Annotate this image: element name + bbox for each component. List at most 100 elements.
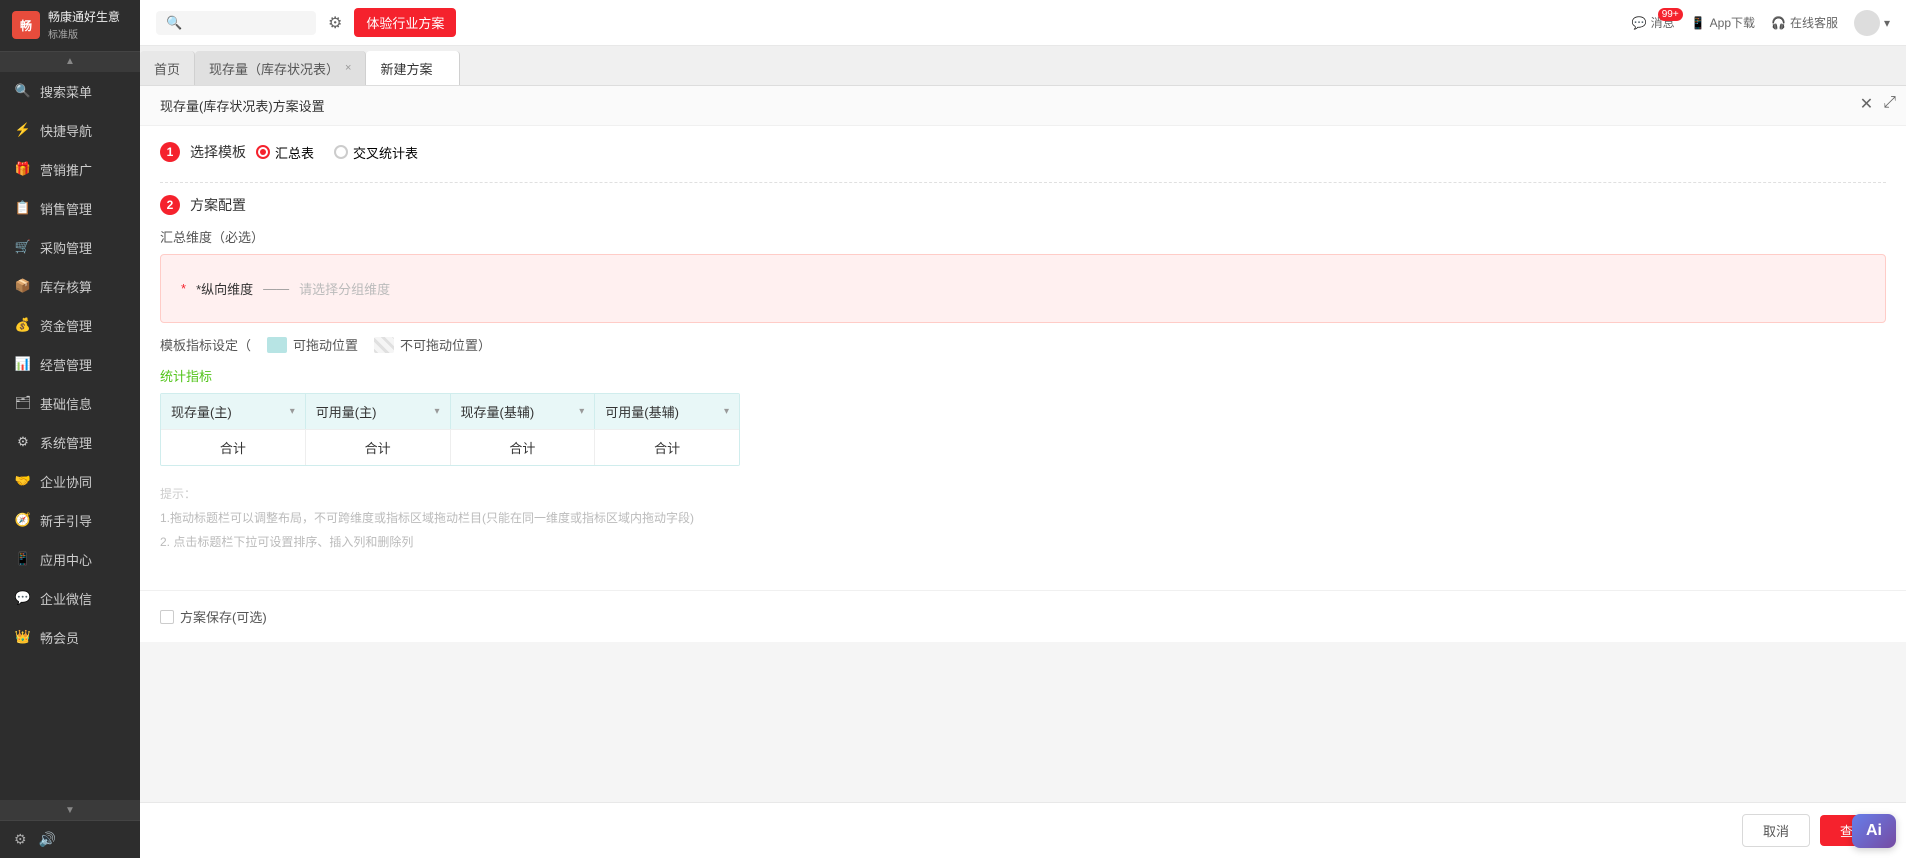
tips-section: 提示： 1.拖动标题栏可以调整布局，不可跨维度或指标区域拖动栏目(只能在同一维度…: [160, 482, 1886, 554]
sidebar-item-wechat[interactable]: 💬企业微信: [0, 579, 140, 618]
tab-new-scheme[interactable]: 新建方案 ×: [366, 51, 459, 85]
content: 现存量(库存状况表)方案设置 1 选择模板 汇总表: [140, 86, 1906, 642]
cancel-button[interactable]: 取消: [1742, 814, 1810, 847]
stats-col-1[interactable]: 可用量(主) ▾: [306, 394, 451, 429]
inventory-label: 库存核算: [40, 277, 92, 296]
stats-col-0[interactable]: 现存量(主) ▾: [161, 394, 306, 429]
stats-table: 现存量(主)▾可用量(主)▾现存量(基辅)▾可用量(基辅)▾ 合计合计合计合计: [160, 393, 740, 466]
tab-new-close[interactable]: ×: [438, 62, 444, 74]
sidebar-item-guide[interactable]: 🧭新手引导: [0, 501, 140, 540]
step2-badge: 2: [160, 195, 180, 215]
radio-summary-label: 汇总表: [275, 143, 314, 162]
stats-label: 统计指标: [160, 366, 1886, 385]
sidebar-scroll-up[interactable]: ▲: [0, 52, 140, 72]
non-draggable-label: 不可拖动位置）: [400, 335, 491, 354]
purchase-label: 采购管理: [40, 238, 92, 257]
member-label: 畅会员: [40, 628, 79, 647]
settings-icon[interactable]: ⚙: [14, 831, 27, 848]
content-wrapper: ✕ ⤢ 现存量(库存状况表)方案设置 1 选择模板 汇总表: [140, 86, 1906, 802]
app-download-btn[interactable]: 📱 App下载: [1691, 14, 1755, 31]
message-icon: 💬: [1632, 16, 1647, 30]
app-icon: 📱: [1691, 16, 1706, 30]
col-label-1: 可用量(主): [316, 402, 377, 421]
draggable-indicator: 可拖动位置: [267, 335, 358, 354]
message-badge: 99+: [1658, 8, 1683, 21]
content-header: 现存量(库存状况表)方案设置: [140, 86, 1906, 126]
guide-label: 新手引导: [40, 511, 92, 530]
save-checkbox[interactable]: 方案保存(可选): [160, 607, 267, 626]
sidebar-item-system[interactable]: ⚙系统管理: [0, 423, 140, 462]
content-footer: 方案保存(可选): [140, 590, 1906, 642]
close-window-btn[interactable]: ✕: [1860, 94, 1873, 114]
sidebar-item-search-menu[interactable]: 🔍搜索菜单: [0, 72, 140, 111]
search-input[interactable]: [188, 16, 288, 30]
stats-col-3[interactable]: 可用量(基辅) ▾: [595, 394, 739, 429]
message-btn[interactable]: 💬 消息 99+: [1632, 14, 1675, 31]
vertical-dim-label: *纵向维度: [196, 279, 253, 298]
window-controls: ✕ ⤢: [1860, 94, 1896, 114]
sidebar-scroll-down[interactable]: ▼: [0, 800, 140, 820]
dimension-label: 汇总维度（必选）: [160, 227, 1886, 246]
search-icon: 🔍: [166, 15, 182, 31]
quick-nav-label: 快捷导航: [40, 121, 92, 140]
col-label-3: 可用量(基辅): [605, 402, 679, 421]
user-menu[interactable]: ▾: [1854, 10, 1890, 36]
sidebar-item-quick-nav[interactable]: ⚡快捷导航: [0, 111, 140, 150]
basic-info-icon: 🗂: [14, 394, 32, 412]
dash: ——: [263, 281, 289, 296]
headset-icon: 🎧: [1771, 16, 1786, 30]
stats-body: 合计合计合计合计: [161, 429, 739, 465]
tab-inventory-label: 现存量（库存状况表）: [209, 59, 339, 78]
radio-summary[interactable]: 汇总表: [256, 143, 314, 162]
col-chevron-0[interactable]: ▾: [290, 406, 295, 417]
settings-icon[interactable]: ⚙: [328, 13, 342, 33]
required-marker: *: [181, 281, 186, 296]
expand-window-btn[interactable]: ⤢: [1883, 94, 1896, 114]
tabbar: 首页 现存量（库存状况表） × 新建方案 ×: [140, 46, 1906, 86]
step2-title: 方案配置: [190, 195, 246, 215]
sidebar-item-marketing[interactable]: 🎁营销推广: [0, 150, 140, 189]
stats-header: 现存量(主) ▾ 可用量(主) ▾ 现存量(基辅) ▾ 可用量(基辅) ▾: [161, 394, 739, 429]
step1-badge: 1: [160, 142, 180, 162]
template-indicator-prefix: 模板指标设定（: [160, 335, 251, 354]
marketing-icon: 🎁: [14, 160, 32, 178]
col-chevron-2[interactable]: ▾: [579, 406, 584, 417]
radio-cross-circle: [334, 145, 348, 159]
sidebar-item-purchase[interactable]: 🛒采购管理: [0, 228, 140, 267]
sidebar-item-sales[interactable]: 📋销售管理: [0, 189, 140, 228]
stats-cell-0: 合计: [161, 429, 306, 465]
topbar-right: 💬 消息 99+ 📱 App下载 🎧 在线客服 ▾: [1632, 10, 1890, 36]
col-label-0: 现存量(主): [171, 402, 232, 421]
page-title: 现存量(库存状况表)方案设置: [160, 99, 325, 114]
tab-inventory-close[interactable]: ×: [345, 62, 351, 74]
industry-btn[interactable]: 体验行业方案: [354, 8, 456, 37]
audio-icon[interactable]: 🔊: [39, 831, 56, 848]
sidebar-item-management[interactable]: 📊经营管理: [0, 345, 140, 384]
stats-col-2[interactable]: 现存量(基辅) ▾: [451, 394, 596, 429]
col-label-2: 现存量(基辅): [461, 402, 535, 421]
sidebar-item-app-center[interactable]: 📱应用中心: [0, 540, 140, 579]
main: 🔍 ⚙ 体验行业方案 💬 消息 99+ 📱 App下载 🎧 在线客服 ▾: [140, 0, 1906, 858]
radio-cross-label: 交叉统计表: [353, 143, 418, 162]
col-chevron-1[interactable]: ▾: [434, 406, 439, 417]
col-chevron-3[interactable]: ▾: [724, 406, 729, 417]
ai-badge[interactable]: Ai: [1852, 814, 1896, 848]
system-icon: ⚙: [14, 433, 32, 451]
draggable-box: [267, 337, 287, 353]
sidebar-item-finance[interactable]: 💰资金管理: [0, 306, 140, 345]
sidebar-item-corp[interactable]: 🤝企业协同: [0, 462, 140, 501]
search-box[interactable]: 🔍: [156, 11, 316, 35]
content-body: 1 选择模板 汇总表 交叉统计表: [140, 126, 1906, 590]
sales-icon: 📋: [14, 199, 32, 217]
sidebar-item-inventory[interactable]: 📦库存核算: [0, 267, 140, 306]
sidebar-item-member[interactable]: 👑畅会员: [0, 618, 140, 657]
step1-title: 选择模板: [190, 142, 246, 162]
stats-cell-2: 合计: [451, 429, 596, 465]
tab-home[interactable]: 首页: [140, 51, 195, 85]
avatar: [1854, 10, 1880, 36]
service-btn[interactable]: 🎧 在线客服: [1771, 14, 1838, 31]
tab-inventory-status[interactable]: 现存量（库存状况表） ×: [195, 51, 366, 85]
radio-cross[interactable]: 交叉统计表: [334, 143, 418, 162]
non-draggable-indicator: 不可拖动位置）: [374, 335, 491, 354]
sidebar-item-basic-info[interactable]: 🗂基础信息: [0, 384, 140, 423]
